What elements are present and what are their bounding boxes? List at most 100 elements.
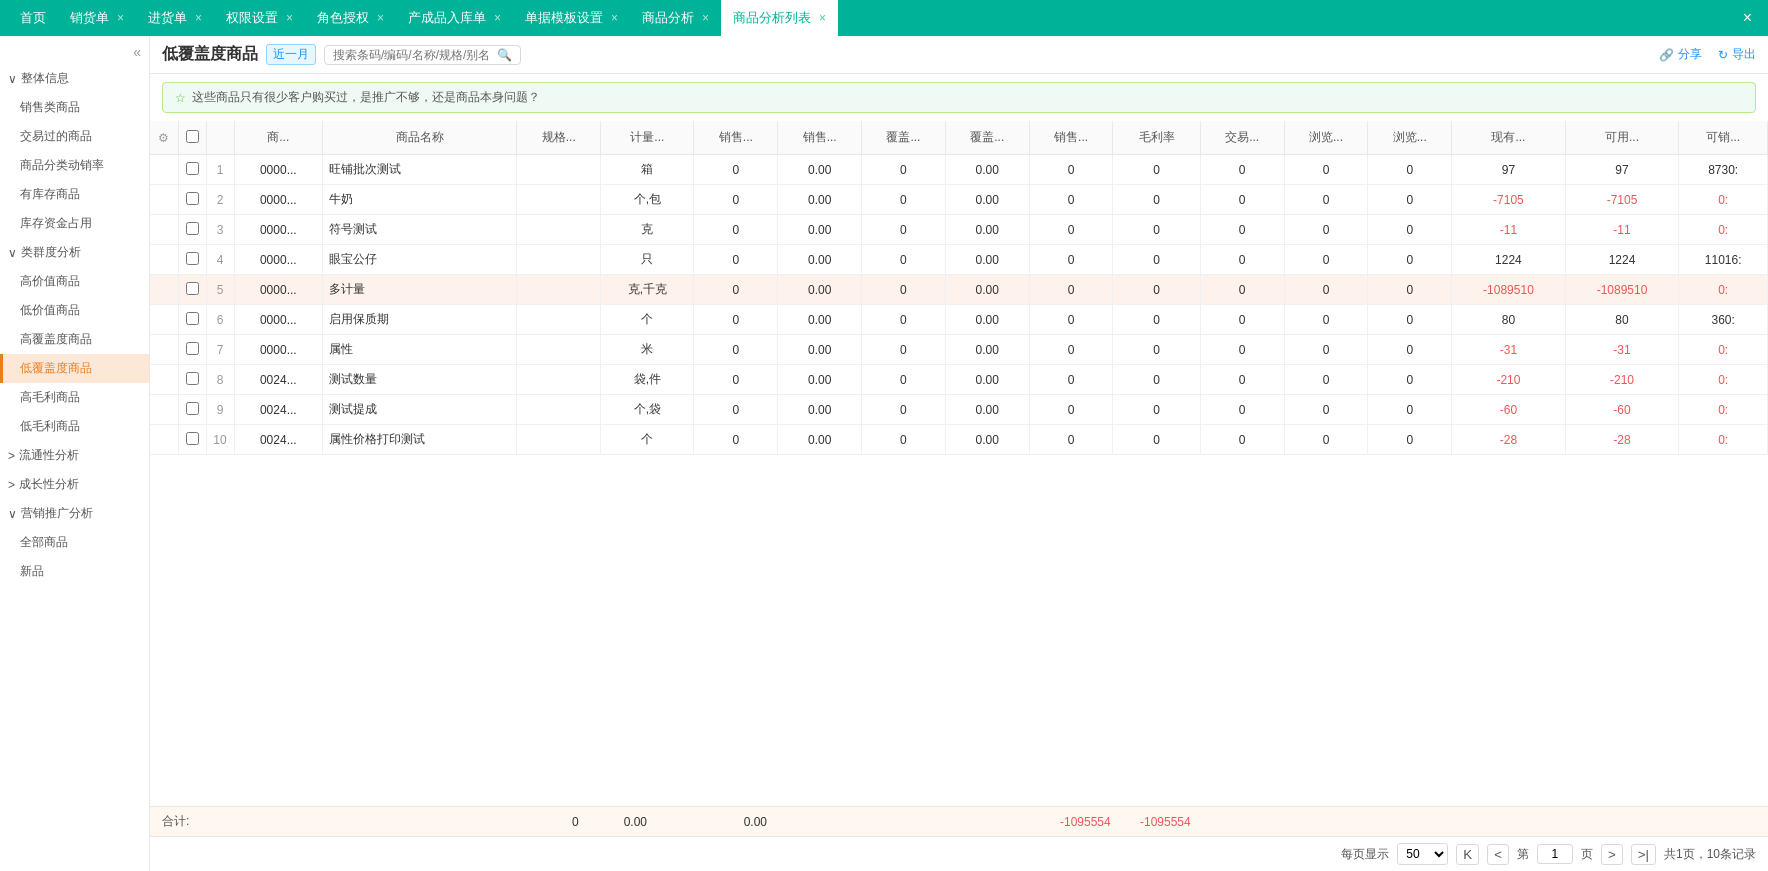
nav-item-商品分析[interactable]: 商品分析× bbox=[630, 0, 721, 36]
sidebar-item-低毛利商品[interactable]: 低毛利商品 bbox=[0, 412, 149, 441]
th-stock2[interactable]: 可用... bbox=[1565, 121, 1679, 155]
search-icon[interactable]: 🔍 bbox=[497, 48, 512, 62]
nav-item-单据模板设置[interactable]: 单据模板设置× bbox=[513, 0, 630, 36]
browse-link[interactable]: 0 bbox=[1323, 283, 1330, 297]
sidebar-item-有库存商品[interactable]: 有库存商品 bbox=[0, 180, 149, 209]
nav-close-icon[interactable]: × bbox=[117, 0, 124, 36]
nav-item-进货单[interactable]: 进货单× bbox=[136, 0, 214, 36]
sidebar-item-库存资金占用[interactable]: 库存资金占用 bbox=[0, 209, 149, 238]
row-checkbox[interactable] bbox=[186, 282, 199, 295]
sidebar-item-销售类商品[interactable]: 销售类商品 bbox=[0, 93, 149, 122]
th-sales2[interactable]: 销售... bbox=[778, 121, 862, 155]
browse-link[interactable]: 0 bbox=[1323, 313, 1330, 327]
row-checkbox[interactable] bbox=[186, 402, 199, 415]
sidebar-group-流通性分析[interactable]: >流通性分析 bbox=[0, 441, 149, 470]
table-row: 40000...眼宝公仔只00.0000.0000000122412241101… bbox=[150, 245, 1768, 275]
nav-item-销货单[interactable]: 销货单× bbox=[58, 0, 136, 36]
browse-link[interactable]: 0 bbox=[1323, 373, 1330, 387]
sidebar-item-商品分类动销率[interactable]: 商品分类动销率 bbox=[0, 151, 149, 180]
th-no bbox=[206, 121, 234, 155]
nav-close-icon[interactable]: × bbox=[195, 0, 202, 36]
sidebar-item-高覆盖度商品[interactable]: 高覆盖度商品 bbox=[0, 325, 149, 354]
period-tag[interactable]: 近一月 bbox=[266, 44, 316, 65]
nav-close-icon[interactable]: × bbox=[286, 0, 293, 36]
th-browse2[interactable]: 浏览... bbox=[1368, 121, 1452, 155]
page-size-select[interactable]: 50 100 200 bbox=[1397, 843, 1448, 865]
browse-link[interactable]: 0 bbox=[1323, 223, 1330, 237]
next-page-btn[interactable]: > bbox=[1601, 844, 1623, 865]
sidebar-group-营销推广分析[interactable]: ∨营销推广分析 bbox=[0, 499, 149, 528]
export-btn[interactable]: ↻ 导出 bbox=[1718, 46, 1756, 63]
chevron-icon: > bbox=[8, 449, 15, 463]
th-code[interactable]: 商... bbox=[234, 121, 323, 155]
sidebar-item-新品[interactable]: 新品 bbox=[0, 557, 149, 586]
th-stock3[interactable]: 可销... bbox=[1679, 121, 1768, 155]
search-box: 🔍 bbox=[324, 45, 521, 65]
sidebar-collapse-btn[interactable]: « bbox=[0, 40, 149, 64]
first-page-btn[interactable]: K bbox=[1456, 844, 1479, 865]
row-checkbox[interactable] bbox=[186, 192, 199, 205]
nav-close-icon[interactable]: × bbox=[377, 0, 384, 36]
nav-close-icon[interactable]: × bbox=[611, 0, 618, 36]
row-checkbox[interactable] bbox=[186, 312, 199, 325]
nav-item-首页[interactable]: 首页 bbox=[8, 0, 58, 36]
th-stock1[interactable]: 现有... bbox=[1452, 121, 1566, 155]
nav-close-icon[interactable]: × bbox=[702, 0, 709, 36]
page-of-label: 页 bbox=[1581, 846, 1593, 863]
nav-item-角色授权[interactable]: 角色授权× bbox=[305, 0, 396, 36]
footer-label: 合计: bbox=[162, 813, 189, 830]
table-row: 90024...测试提成个,袋00.0000.0000000-60-600: bbox=[150, 395, 1768, 425]
browse-link[interactable]: 0 bbox=[1323, 343, 1330, 357]
browse-link[interactable]: 0 bbox=[1323, 403, 1330, 417]
th-name[interactable]: 商品名称 bbox=[323, 121, 517, 155]
th-sales1[interactable]: 销售... bbox=[694, 121, 778, 155]
settings-th[interactable]: ⚙ bbox=[150, 121, 178, 155]
browse-link[interactable]: 0 bbox=[1323, 163, 1330, 177]
last-page-btn[interactable]: >| bbox=[1631, 844, 1656, 865]
sidebar-item-低价值商品[interactable]: 低价值商品 bbox=[0, 296, 149, 325]
browse-link[interactable]: 0 bbox=[1323, 433, 1330, 447]
th-sales3[interactable]: 销售... bbox=[1029, 121, 1113, 155]
info-banner: ☆ 这些商品只有很少客户购买过，是推广不够，还是商品本身问题？ bbox=[162, 82, 1756, 113]
search-input[interactable] bbox=[333, 48, 493, 62]
page-input[interactable] bbox=[1537, 844, 1573, 864]
prev-page-btn[interactable]: < bbox=[1487, 844, 1509, 865]
sidebar-item-高毛利商品[interactable]: 高毛利商品 bbox=[0, 383, 149, 412]
export-icon: ↻ bbox=[1718, 48, 1728, 62]
sidebar-item-低覆盖度商品[interactable]: 低覆盖度商品 bbox=[0, 354, 149, 383]
table-row: 60000...启用保质期个00.0000.00000008080360: bbox=[150, 305, 1768, 335]
row-checkbox[interactable] bbox=[186, 162, 199, 175]
sidebar-group-整体信息[interactable]: ∨整体信息 bbox=[0, 64, 149, 93]
row-checkbox[interactable] bbox=[186, 432, 199, 445]
share-btn[interactable]: 🔗 分享 bbox=[1659, 46, 1702, 63]
browse-link[interactable]: 0 bbox=[1323, 253, 1330, 267]
nav-item-权限设置[interactable]: 权限设置× bbox=[214, 0, 305, 36]
nav-close-icon[interactable]: × bbox=[494, 0, 501, 36]
th-cover2[interactable]: 覆盖... bbox=[945, 121, 1029, 155]
table-container[interactable]: ⚙ 商... 商品名称 规格... 计量... 销售... 销售... 覆盖..… bbox=[150, 121, 1768, 806]
page-title: 低覆盖度商品 bbox=[162, 44, 258, 65]
row-checkbox[interactable] bbox=[186, 252, 199, 265]
sidebar-item-全部商品[interactable]: 全部商品 bbox=[0, 528, 149, 557]
row-checkbox[interactable] bbox=[186, 342, 199, 355]
sidebar-group-成长性分析[interactable]: >成长性分析 bbox=[0, 470, 149, 499]
sidebar-item-高价值商品[interactable]: 高价值商品 bbox=[0, 267, 149, 296]
th-browse1[interactable]: 浏览... bbox=[1284, 121, 1368, 155]
sidebar-item-交易过的商品[interactable]: 交易过的商品 bbox=[0, 122, 149, 151]
row-checkbox[interactable] bbox=[186, 372, 199, 385]
th-unit[interactable]: 计量... bbox=[601, 121, 694, 155]
nav-item-商品分析列表[interactable]: 商品分析列表× bbox=[721, 0, 838, 36]
close-all-btn[interactable]: × bbox=[1735, 9, 1760, 27]
nav-close-icon[interactable]: × bbox=[819, 0, 826, 36]
sidebar-group-类群度分析[interactable]: ∨类群度分析 bbox=[0, 238, 149, 267]
checkbox-th[interactable] bbox=[178, 121, 206, 155]
browse-link[interactable]: 0 bbox=[1323, 193, 1330, 207]
th-cover1[interactable]: 覆盖... bbox=[862, 121, 946, 155]
th-gross[interactable]: 毛利率 bbox=[1113, 121, 1200, 155]
nav-item-产成品入库单[interactable]: 产成品入库单× bbox=[396, 0, 513, 36]
row-checkbox[interactable] bbox=[186, 222, 199, 235]
th-trade[interactable]: 交易... bbox=[1200, 121, 1284, 155]
footer-stock2: -1095554 bbox=[1125, 815, 1205, 829]
select-all-checkbox[interactable] bbox=[186, 130, 199, 143]
th-spec[interactable]: 规格... bbox=[517, 121, 601, 155]
